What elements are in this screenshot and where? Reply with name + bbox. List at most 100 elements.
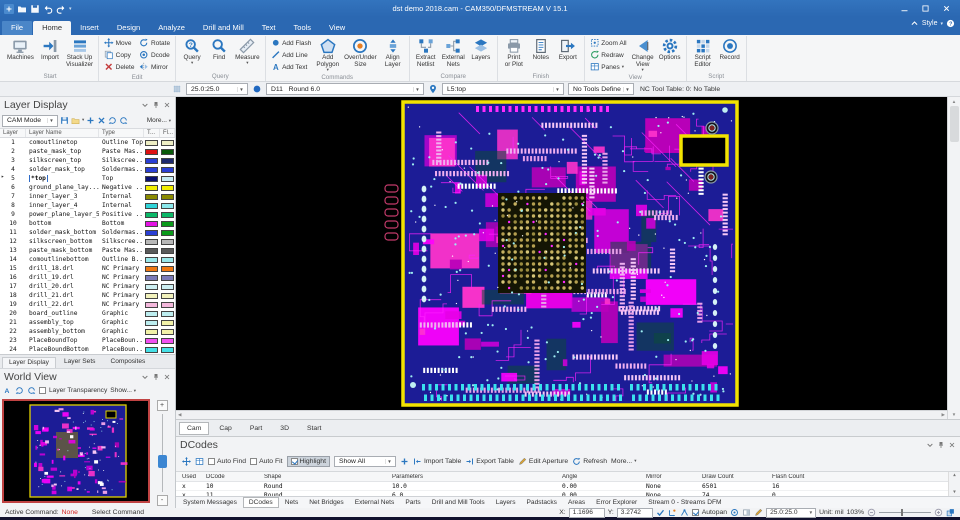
bottom-tab-net-bridges[interactable]: Net Bridges bbox=[304, 498, 348, 507]
scroll-right-icon[interactable]: ▶ bbox=[942, 412, 945, 418]
layer-row-16[interactable]: 16 drill_19.drl NC Primary bbox=[0, 273, 175, 282]
layer-row-20[interactable]: 20 board_outline Graphic bbox=[0, 309, 175, 318]
menu-tab-design[interactable]: Design bbox=[108, 21, 149, 35]
auto-fit-checkbox[interactable]: Auto Fit bbox=[250, 458, 283, 465]
grid-snap-icon[interactable] bbox=[172, 84, 182, 94]
quick-access-dropdown-icon[interactable]: ▾ bbox=[69, 6, 72, 12]
x-coordinate-field[interactable]: 1.1696 bbox=[568, 507, 605, 518]
query-button[interactable]: ? Query ▾ bbox=[179, 36, 205, 72]
bottom-tab-layers[interactable]: Layers bbox=[491, 498, 521, 507]
layer-flash-color-swatch[interactable] bbox=[161, 139, 174, 146]
import-table-button[interactable]: Import Table bbox=[413, 457, 461, 466]
rotate-right-icon[interactable] bbox=[27, 386, 36, 395]
bottom-tab-external-nets[interactable]: External Nets bbox=[350, 498, 400, 507]
layer-row-21[interactable]: 21 assembly_top Graphic bbox=[0, 318, 175, 327]
layer-trace-color-swatch[interactable] bbox=[145, 202, 158, 209]
layer-flash-color-swatch[interactable] bbox=[161, 184, 174, 191]
layer-trace-color-swatch[interactable] bbox=[145, 247, 158, 254]
world-view-zoom-in-button[interactable]: + bbox=[156, 400, 168, 411]
add-layer-icon[interactable] bbox=[86, 116, 95, 125]
minimize-button[interactable] bbox=[894, 2, 914, 16]
layer-flash-color-swatch[interactable] bbox=[161, 175, 174, 182]
layer-flash-color-swatch[interactable] bbox=[161, 319, 174, 326]
layer-trace-color-swatch[interactable] bbox=[145, 310, 158, 317]
canvas-tab-cap[interactable]: Cap bbox=[211, 422, 239, 435]
save-icon[interactable] bbox=[30, 4, 40, 14]
origin-axes-icon[interactable] bbox=[668, 508, 677, 517]
layer-trace-color-swatch[interactable] bbox=[145, 175, 158, 182]
show-menu-button[interactable]: Show... ▾ bbox=[110, 387, 136, 394]
scroll-left-icon[interactable]: ◀ bbox=[178, 412, 181, 418]
tools-select[interactable]: No Tools Defined ▼ bbox=[568, 83, 634, 95]
undo-icon[interactable] bbox=[43, 4, 53, 14]
dcode-select[interactable]: D11 Round 6.0 ▼ bbox=[266, 83, 424, 95]
panel-menu-icon[interactable] bbox=[141, 101, 149, 109]
layer-flash-color-swatch[interactable] bbox=[161, 274, 174, 281]
layer-trace-color-swatch[interactable] bbox=[145, 292, 158, 299]
show-all-select[interactable]: Show All ▼ bbox=[333, 456, 396, 467]
layer-flash-color-swatch[interactable] bbox=[161, 220, 174, 227]
dcode-button[interactable]: Dcode bbox=[137, 49, 172, 61]
canvas-vertical-scrollbar[interactable]: ▲ ▼ bbox=[947, 97, 960, 419]
panel-tab-layer-sets[interactable]: Layer Sets bbox=[57, 356, 103, 368]
autopan-checkbox[interactable] bbox=[691, 509, 699, 516]
layer-trace-color-swatch[interactable] bbox=[145, 256, 158, 263]
copy-button[interactable]: Copy bbox=[102, 49, 136, 61]
layer-trace-color-swatch[interactable] bbox=[145, 238, 158, 245]
app-icon[interactable] bbox=[4, 3, 14, 14]
fit-window-icon[interactable] bbox=[946, 508, 955, 517]
refresh-button[interactable]: Refresh bbox=[572, 457, 607, 466]
bottom-tab-areas[interactable]: Areas bbox=[563, 498, 590, 507]
open-layers-dropdown-icon[interactable]: ▾ bbox=[82, 118, 84, 123]
zoom-slider-handle[interactable] bbox=[900, 509, 903, 516]
layer-row-1[interactable]: 1 comoutlinetop Outline Top bbox=[0, 138, 175, 147]
layer-flash-color-swatch[interactable] bbox=[161, 328, 174, 335]
style-dropdown-icon[interactable]: ▾ bbox=[940, 21, 943, 27]
panel-pin-icon[interactable] bbox=[937, 441, 945, 449]
layer-flash-color-swatch[interactable] bbox=[161, 292, 174, 299]
bottom-tab-nets[interactable]: Nets bbox=[280, 498, 304, 507]
bottom-tab-parts[interactable]: Parts bbox=[400, 498, 425, 507]
highlight-checkbox[interactable]: Highlight bbox=[286, 456, 330, 467]
align-layer-button[interactable]: Align Layer bbox=[380, 36, 406, 73]
layer-row-10[interactable]: 10 bottom Bottom bbox=[0, 219, 175, 228]
layer-row-12[interactable]: 12 silkscreen_bottom Silkscree... bbox=[0, 237, 175, 246]
save-layers-icon[interactable] bbox=[60, 116, 69, 125]
bottom-tab-padstacks[interactable]: Padstacks bbox=[522, 498, 562, 507]
export-button[interactable]: Export bbox=[555, 36, 581, 72]
menu-tab-drill-and-mill[interactable]: Drill and Mill bbox=[194, 21, 253, 35]
bottom-tab-stream-0-streams-dfm[interactable]: Stream 0 - Streams DFM bbox=[643, 498, 726, 507]
record-button[interactable]: Record bbox=[717, 36, 743, 72]
menu-tab-file[interactable]: File bbox=[2, 21, 33, 35]
layer-transparency-checkbox[interactable] bbox=[39, 387, 46, 394]
paste-right-icon[interactable] bbox=[119, 116, 128, 125]
over-under-size-button[interactable]: Over/Under Size bbox=[342, 36, 379, 73]
notes-button[interactable]: Notes bbox=[528, 36, 554, 72]
layer-flash-color-swatch[interactable] bbox=[161, 337, 174, 344]
canvas-horizontal-scrollbar[interactable]: ◀ ▶ bbox=[176, 410, 947, 419]
canvas-tab-3d[interactable]: 3D bbox=[272, 422, 297, 435]
fit-view-icon[interactable]: A bbox=[3, 386, 12, 395]
panel-close-icon[interactable] bbox=[948, 441, 956, 449]
layer-row-22[interactable]: 22 assembly_bottom Graphic bbox=[0, 327, 175, 336]
layer-row-3[interactable]: 3 silkscreen_top Silkscree... bbox=[0, 156, 175, 165]
scroll-down-icon[interactable]: ▼ bbox=[952, 412, 956, 417]
panel-pin-icon[interactable] bbox=[152, 373, 160, 381]
export-table-button[interactable]: Export Table bbox=[465, 457, 514, 466]
y-coordinate-field[interactable]: 3.2742 bbox=[616, 507, 653, 518]
help-icon[interactable]: ? bbox=[946, 19, 955, 28]
menu-tab-insert[interactable]: Insert bbox=[71, 21, 108, 35]
layer-row-18[interactable]: 18 drill_21.drl NC Primary bbox=[0, 291, 175, 300]
split-view-icon[interactable] bbox=[742, 508, 751, 517]
layer-trace-color-swatch[interactable] bbox=[145, 301, 158, 308]
layer-row-4[interactable]: 4 solder_mask_top Soldermas... bbox=[0, 165, 175, 174]
auto-find-checkbox[interactable]: Auto Find bbox=[208, 458, 246, 465]
delete-button[interactable]: Delete bbox=[102, 61, 136, 73]
scroll-up-icon[interactable]: ▲ bbox=[953, 473, 956, 478]
redo-icon[interactable] bbox=[56, 4, 66, 14]
layer-row-15[interactable]: 15 drill_18.drl NC Primary bbox=[0, 264, 175, 273]
layer-trace-color-swatch[interactable] bbox=[145, 319, 158, 326]
extract-netlist-button[interactable]: Extract Netlist bbox=[413, 36, 439, 72]
layer-row-8[interactable]: 8 inner_layer_4 Internal bbox=[0, 201, 175, 210]
add-polygon-button[interactable]: Add Polygon ▾ bbox=[314, 36, 341, 73]
